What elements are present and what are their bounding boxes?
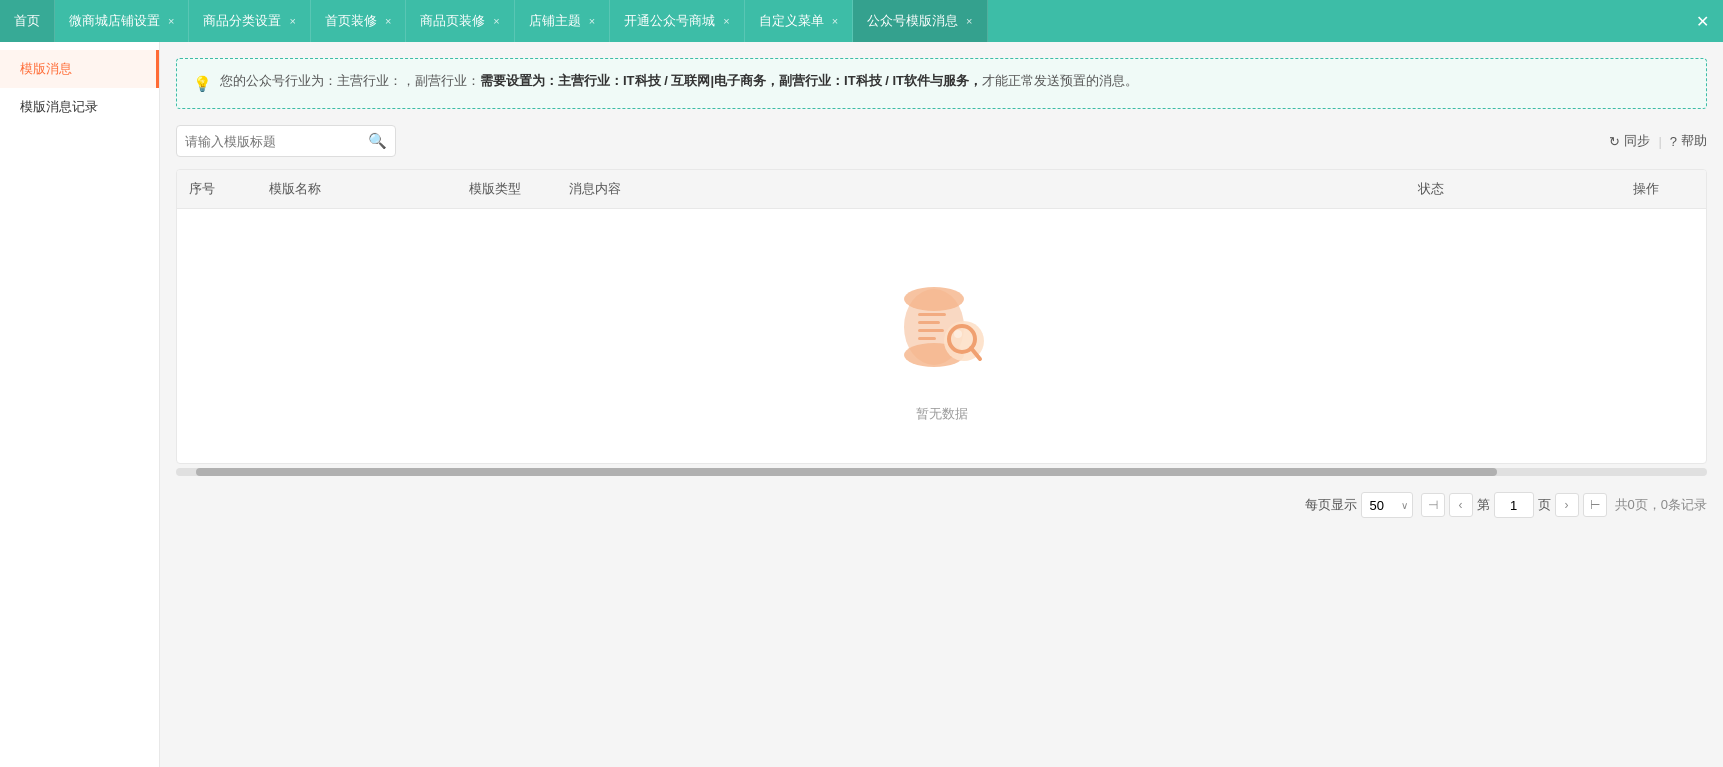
help-button[interactable]: ? 帮助 (1670, 132, 1707, 150)
nav-tab-home[interactable]: 首页 (0, 0, 55, 42)
svg-rect-3 (918, 313, 946, 316)
nav-tab-product-category[interactable]: 商品分类设置 × (189, 0, 310, 42)
empty-illustration (882, 269, 1002, 389)
close-all-button[interactable]: ✕ (1682, 0, 1723, 42)
svg-point-1 (904, 287, 964, 311)
svg-point-10 (954, 330, 962, 338)
page-word: 第 (1477, 496, 1490, 514)
search-row: 🔍 ↻ 同步 | ? 帮助 (176, 125, 1707, 157)
total-info: 共0页，0条记录 (1615, 496, 1707, 514)
nav-tab-product-decor-close[interactable]: × (493, 15, 499, 27)
sync-icon: ↻ (1609, 134, 1620, 149)
notice-box: 💡 您的公众号行业为：主营行业：，副营行业：需要设置为：主营行业：IT科技 / … (176, 58, 1707, 109)
divider: | (1658, 134, 1661, 149)
nav-tab-shop-theme-label: 店铺主题 (529, 12, 581, 30)
nav-tab-product-decor[interactable]: 商品页装修 × (406, 0, 514, 42)
notice-suffix: 才能正常发送预置的消息。 (982, 73, 1138, 88)
nav-tab-product-decor-label: 商品页装修 (420, 12, 485, 30)
notice-highlight: 需要设置为：主营行业：IT科技 / 互联网|电子商务，副营行业：IT科技 / I… (480, 73, 982, 88)
nav-tab-home-decor-close[interactable]: × (385, 15, 391, 27)
scrollbar-thumb[interactable] (196, 468, 1497, 476)
nav-tab-custom-menu[interactable]: 自定义菜单 × (745, 0, 853, 42)
page-size-select-wrap[interactable]: 10 20 50 100 (1361, 492, 1413, 518)
lightbulb-icon: 💡 (193, 72, 212, 96)
th-status: 状态 (1406, 170, 1586, 208)
scrollbar-track[interactable] (176, 468, 1707, 476)
help-icon: ? (1670, 134, 1677, 149)
page-word2: 页 (1538, 496, 1551, 514)
nav-tab-shop-theme-close[interactable]: × (589, 15, 595, 27)
content-area: 💡 您的公众号行业为：主营行业：，副营行业：需要设置为：主营行业：IT科技 / … (160, 42, 1723, 767)
sync-button[interactable]: ↻ 同步 (1609, 132, 1650, 150)
svg-rect-5 (918, 329, 944, 332)
th-seq: 序号 (177, 170, 257, 208)
sync-label: 同步 (1624, 132, 1650, 150)
search-input-wrap[interactable]: 🔍 (176, 125, 396, 157)
th-name: 模版名称 (257, 170, 457, 208)
empty-state: 暂无数据 (177, 209, 1706, 463)
page-next-button[interactable]: › (1555, 493, 1579, 517)
svg-rect-6 (918, 337, 936, 340)
notice-prefix: 您的公众号行业为：主营行业：，副营行业： (220, 73, 480, 88)
nav-tab-open-mall-close[interactable]: × (723, 15, 729, 27)
sidebar-item-template-msg-record-label: 模版消息记录 (20, 99, 98, 114)
nav-tab-shop-theme[interactable]: 店铺主题 × (515, 0, 610, 42)
page-size-dropdown[interactable]: 10 20 50 100 (1361, 492, 1413, 518)
page-size-label: 每页显示 (1305, 496, 1357, 514)
right-actions: ↻ 同步 | ? 帮助 (1609, 132, 1707, 150)
nav-tab-product-category-label: 商品分类设置 (203, 12, 281, 30)
nav-tab-open-mall-label: 开通公众号商城 (624, 12, 715, 30)
nav-tab-home-label: 首页 (14, 12, 40, 30)
search-icon[interactable]: 🔍 (368, 132, 387, 150)
nav-tab-custom-menu-label: 自定义菜单 (759, 12, 824, 30)
sidebar-item-template-msg[interactable]: 模版消息 (0, 50, 159, 88)
nav-tab-micro-shop-label: 微商城店铺设置 (69, 12, 160, 30)
nav-tab-custom-menu-close[interactable]: × (832, 15, 838, 27)
table-wrap: 序号 模版名称 模版类型 消息内容 状态 操作 (176, 169, 1707, 464)
main-layout: 模版消息 模版消息记录 💡 您的公众号行业为：主营行业：，副营行业：需要设置为：… (0, 42, 1723, 767)
page-size-select: 每页显示 10 20 50 100 (1305, 492, 1413, 518)
sidebar-item-template-msg-record[interactable]: 模版消息记录 (0, 88, 159, 126)
nav-tab-micro-shop[interactable]: 微商城店铺设置 × (55, 0, 189, 42)
page-last-button[interactable]: ⊢ (1583, 493, 1607, 517)
sidebar-item-template-msg-label: 模版消息 (20, 61, 72, 76)
pagination-row: 每页显示 10 20 50 100 ⊣ ‹ 第 页 › ⊢ (176, 484, 1707, 522)
th-action: 操作 (1586, 170, 1706, 208)
sidebar: 模版消息 模版消息记录 (0, 42, 160, 767)
th-type: 模版类型 (457, 170, 557, 208)
nav-tab-home-decor[interactable]: 首页装修 × (311, 0, 406, 42)
nav-tab-micro-shop-close[interactable]: × (168, 15, 174, 27)
help-label: 帮助 (1681, 132, 1707, 150)
empty-text: 暂无数据 (916, 405, 968, 423)
nav-tab-template-msg-close[interactable]: × (966, 15, 972, 27)
nav-tab-open-mall[interactable]: 开通公众号商城 × (610, 0, 744, 42)
nav-tab-product-category-close[interactable]: × (289, 15, 295, 27)
nav-tab-template-msg-label: 公众号模版消息 (867, 12, 958, 30)
search-input[interactable] (185, 134, 368, 149)
page-prev-button[interactable]: ‹ (1449, 493, 1473, 517)
notice-text: 您的公众号行业为：主营行业：，副营行业：需要设置为：主营行业：IT科技 / 互联… (220, 71, 1138, 92)
table-header: 序号 模版名称 模版类型 消息内容 状态 操作 (177, 170, 1706, 209)
th-content: 消息内容 (557, 170, 1406, 208)
page-input[interactable] (1494, 492, 1534, 518)
top-nav: 首页 微商城店铺设置 × 商品分类设置 × 首页装修 × 商品页装修 × 店铺主… (0, 0, 1723, 42)
nav-tab-template-msg[interactable]: 公众号模版消息 × (853, 0, 987, 42)
page-nav: ⊣ ‹ 第 页 › ⊢ (1421, 492, 1607, 518)
nav-tab-home-decor-label: 首页装修 (325, 12, 377, 30)
svg-rect-4 (918, 321, 940, 324)
page-first-button[interactable]: ⊣ (1421, 493, 1445, 517)
